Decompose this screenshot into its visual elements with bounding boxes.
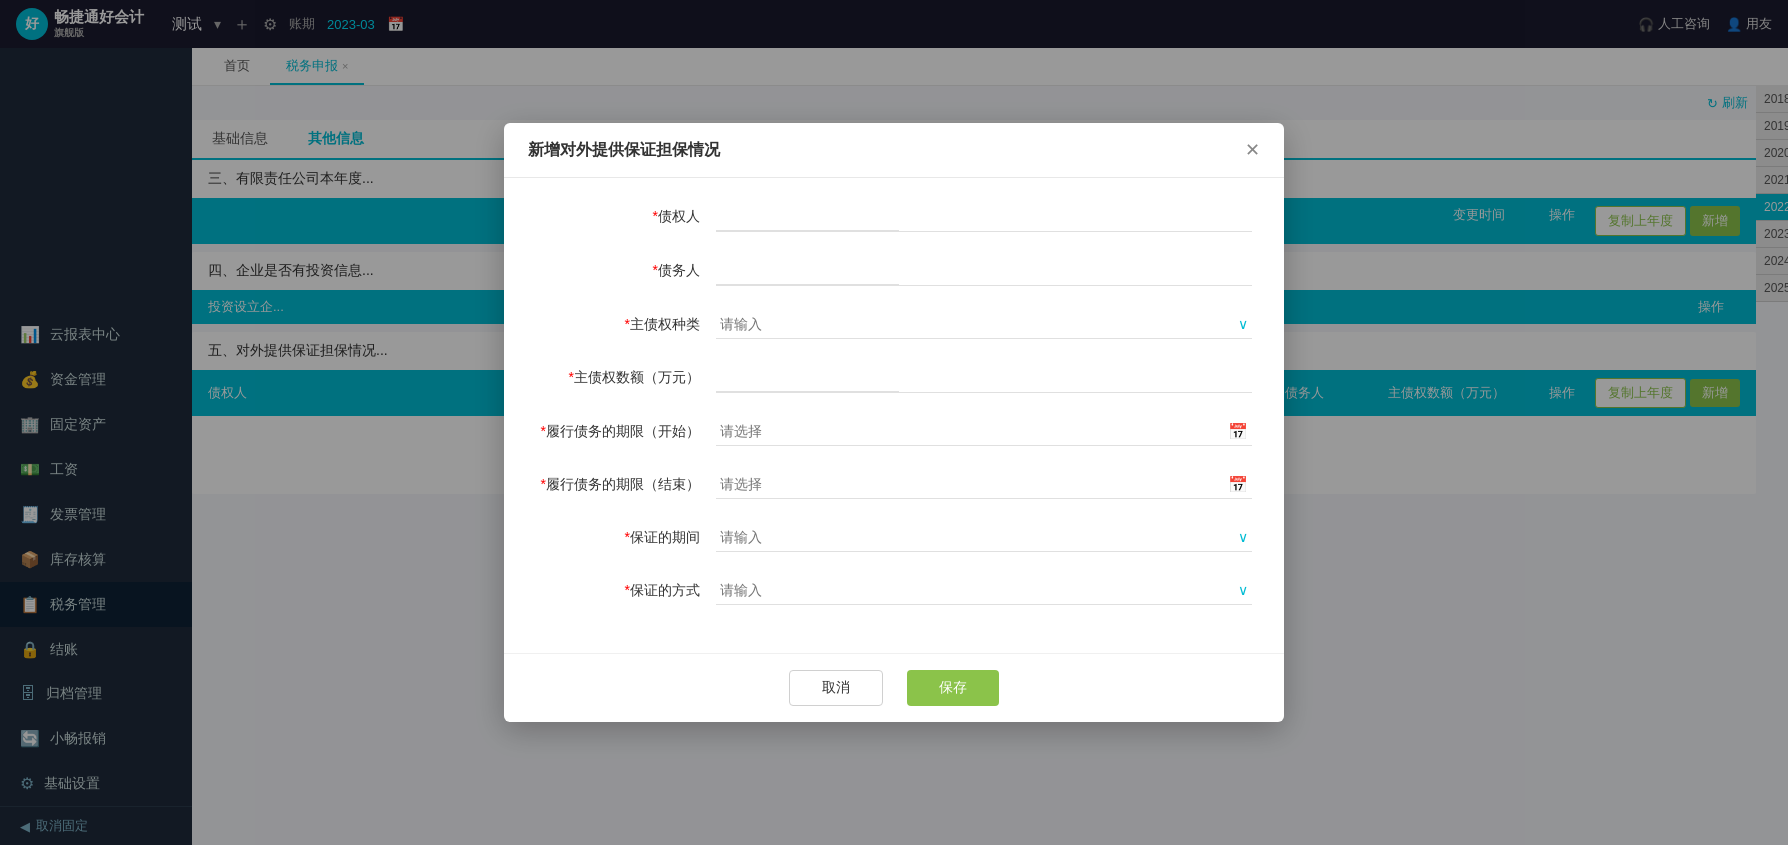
select-wrap-guarantee_period[interactable]: ∨: [716, 523, 1252, 552]
form-label-creditor: *债权人: [536, 208, 716, 226]
dialog-body: *债权人*债务人*主债权种类∨*主债权数额（万元）*履行债务的期限（开始）📅*履…: [504, 178, 1284, 653]
select-input-guarantee_method[interactable]: [716, 576, 1238, 604]
form-row-period_start: *履行债务的期限（开始） 📅: [536, 417, 1252, 446]
required-star: *: [541, 476, 546, 492]
required-star: *: [625, 316, 630, 332]
date-input-period_end[interactable]: [716, 470, 1228, 498]
form-row-guarantee_method: *保证的方式 ∨: [536, 576, 1252, 605]
form-label-period_start: *履行债务的期限（开始）: [536, 423, 716, 441]
save-button[interactable]: 保存: [907, 670, 999, 706]
dialog-footer: 取消 保存: [504, 653, 1284, 722]
form-label-guarantee_method: *保证的方式: [536, 582, 716, 600]
dialog-title: 新增对外提供保证担保情况: [528, 140, 720, 161]
form-label-credit_type: *主债权种类: [536, 316, 716, 334]
required-star: *: [569, 369, 574, 385]
input-credit_amount[interactable]: [716, 363, 899, 392]
date-wrap-period_end[interactable]: 📅: [716, 470, 1252, 499]
chevron-down-icon: ∨: [1238, 582, 1252, 598]
form-label-guarantee_period: *保证的期间: [536, 529, 716, 547]
form-row-credit_amount: *主债权数额（万元）: [536, 363, 1252, 393]
select-input-guarantee_period[interactable]: [716, 523, 1238, 551]
dialog: 新增对外提供保证担保情况 ✕ *债权人 *债务人 *主债权种类 ∨ *主债权数额（万元）…: [504, 123, 1284, 722]
form-row-debtor: *债务人: [536, 256, 1252, 286]
form-row-credit_type: *主债权种类 ∨: [536, 310, 1252, 339]
dialog-header: 新增对外提供保证担保情况 ✕: [504, 123, 1284, 178]
dialog-overlay: 新增对外提供保证担保情况 ✕ *债权人 *债务人 *主债权种类 ∨ *主债权数额（万元）…: [0, 0, 1788, 845]
required-star: *: [625, 582, 630, 598]
required-star: *: [541, 423, 546, 439]
select-wrap-guarantee_method[interactable]: ∨: [716, 576, 1252, 605]
calendar-icon: 📅: [1228, 475, 1252, 494]
form-row-guarantee_period: *保证的期间 ∨: [536, 523, 1252, 552]
form-row-creditor: *债权人: [536, 202, 1252, 232]
required-star: *: [625, 529, 630, 545]
required-star: *: [653, 208, 658, 224]
calendar-icon: 📅: [1228, 422, 1252, 441]
cancel-button[interactable]: 取消: [789, 670, 883, 706]
select-wrap-credit_type[interactable]: ∨: [716, 310, 1252, 339]
required-star: *: [653, 262, 658, 278]
input-creditor[interactable]: [716, 202, 899, 231]
select-input-credit_type[interactable]: [716, 310, 1238, 338]
form-row-period_end: *履行债务的期限（结束） 📅: [536, 470, 1252, 499]
input-debtor[interactable]: [716, 256, 899, 285]
date-wrap-period_start[interactable]: 📅: [716, 417, 1252, 446]
form-label-period_end: *履行债务的期限（结束）: [536, 476, 716, 494]
form-label-debtor: *债务人: [536, 262, 716, 280]
chevron-down-icon: ∨: [1238, 529, 1252, 545]
dialog-close-button[interactable]: ✕: [1245, 139, 1260, 161]
date-input-period_start[interactable]: [716, 417, 1228, 445]
form-label-credit_amount: *主债权数额（万元）: [536, 369, 716, 387]
chevron-down-icon: ∨: [1238, 316, 1252, 332]
